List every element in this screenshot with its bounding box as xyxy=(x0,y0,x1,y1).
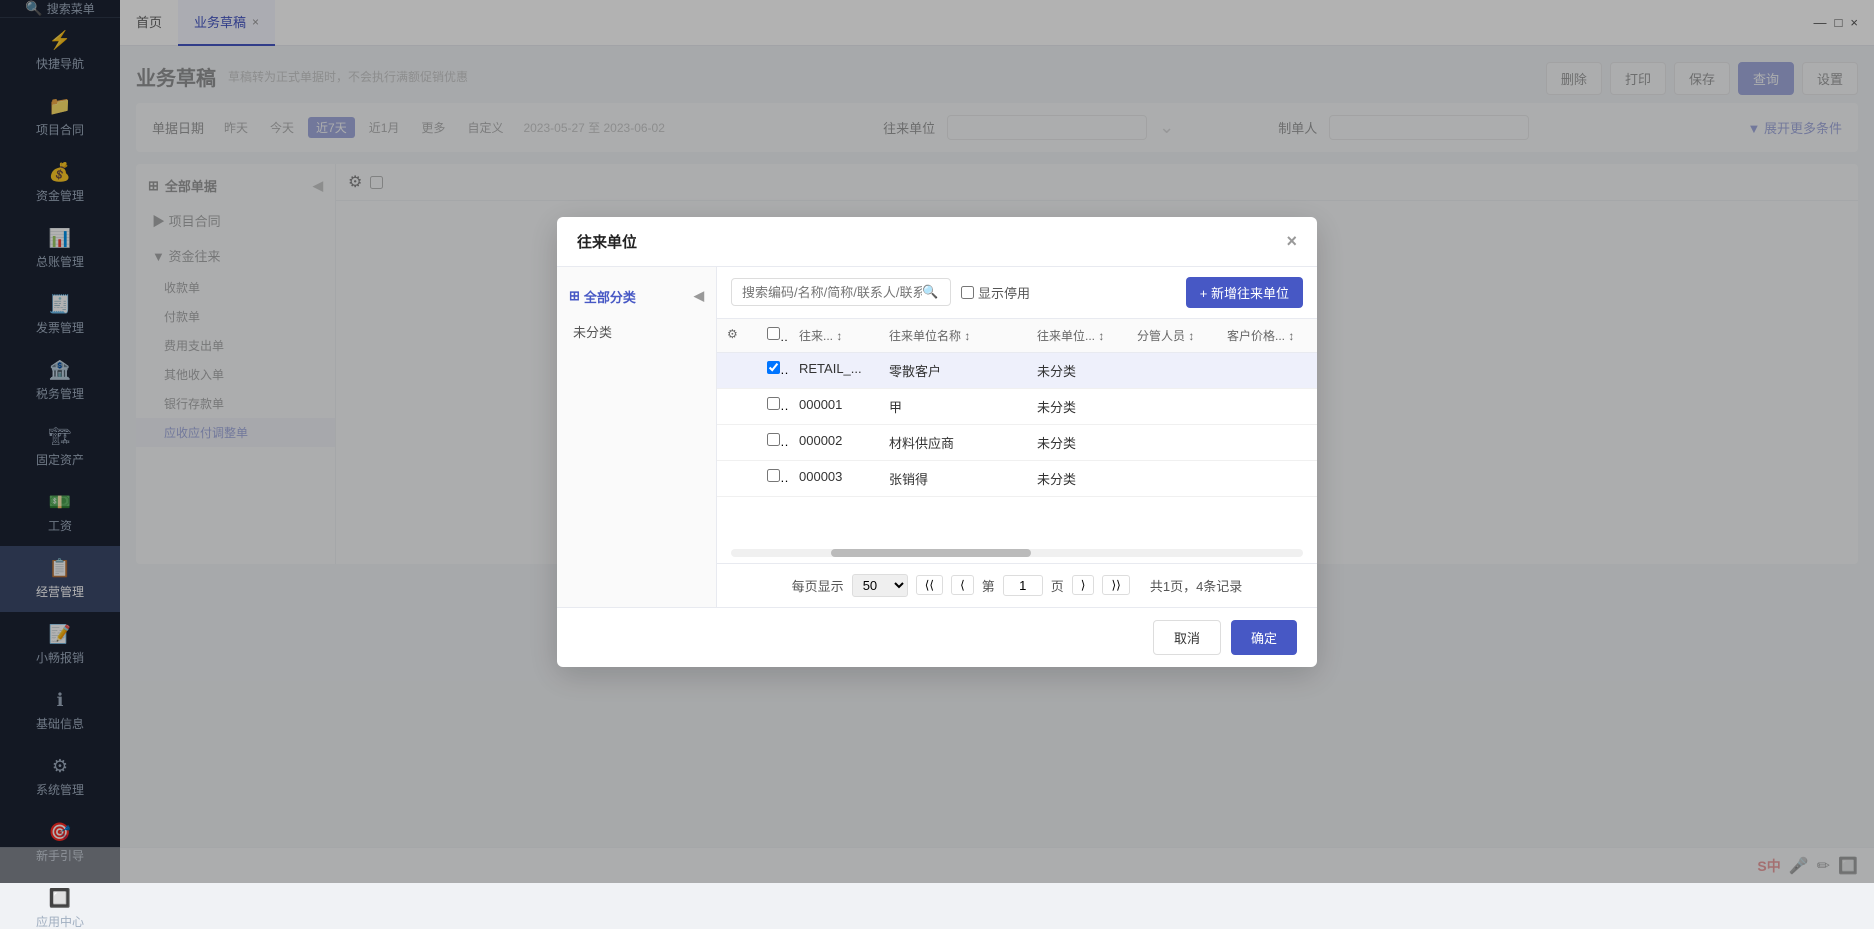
search-icon[interactable]: 🔍 xyxy=(922,284,938,300)
row-2-price xyxy=(1217,389,1317,424)
row-3-category: 未分类 xyxy=(1027,425,1127,460)
row-1-manager xyxy=(1127,353,1217,388)
dialog-sidebar-unclassified[interactable]: 未分类 xyxy=(557,314,716,349)
col-checkbox xyxy=(757,319,789,352)
row-3-name: 材料供应商 xyxy=(879,425,1027,460)
scrollbar-thumb[interactable] xyxy=(831,549,1031,557)
col-code[interactable]: 往来... ↕ xyxy=(789,319,879,352)
dialog-sidebar-title[interactable]: ⊞ 全部分类 ◀ xyxy=(557,279,716,314)
row-4-name: 张销得 xyxy=(879,461,1027,496)
per-page-select[interactable]: 50 100 xyxy=(852,574,908,597)
dialog-sidebar-title-label: 全部分类 xyxy=(584,287,636,306)
row-3-settings xyxy=(717,425,757,460)
confirm-button[interactable]: 确定 xyxy=(1231,620,1297,655)
row-4-checkbox[interactable] xyxy=(757,461,789,496)
row-1-name: 零散客户 xyxy=(879,353,1027,388)
col-price[interactable]: 客户价格... ↕ xyxy=(1217,319,1317,352)
show-disabled-text: 显示停用 xyxy=(978,283,1030,302)
row-4-category: 未分类 xyxy=(1027,461,1127,496)
row-2-name: 甲 xyxy=(879,389,1027,424)
row-4-code: 000003 xyxy=(789,461,879,496)
table-row[interactable]: RETAIL_... 零散客户 未分类 xyxy=(717,353,1317,389)
cancel-button[interactable]: 取消 xyxy=(1153,620,1221,655)
add-partner-button[interactable]: + 新增往来单位 xyxy=(1186,277,1303,308)
row-3-check[interactable] xyxy=(767,433,780,446)
row-3-price xyxy=(1217,425,1317,460)
table-row[interactable]: 000001 甲 未分类 xyxy=(717,389,1317,425)
horizontal-scrollbar[interactable] xyxy=(731,549,1303,557)
col-manager[interactable]: 分管人员 ↕ xyxy=(1127,319,1217,352)
row-4-manager xyxy=(1127,461,1217,496)
row-2-check[interactable] xyxy=(767,397,780,410)
dialog-table: ⚙ 往来... ↕ 往来单位名称 ↕ 往来单位... ↕ 分管人员 ↕ 客户价格… xyxy=(717,319,1317,543)
page-input[interactable] xyxy=(1003,575,1043,596)
row-3-manager xyxy=(1127,425,1217,460)
row-2-category: 未分类 xyxy=(1027,389,1127,424)
row-2-code: 000001 xyxy=(789,389,879,424)
row-4-price xyxy=(1217,461,1317,496)
dialog-sidebar: ⊞ 全部分类 ◀ 未分类 xyxy=(557,267,717,607)
table-row[interactable]: 000002 材料供应商 未分类 xyxy=(717,425,1317,461)
row-1-check[interactable] xyxy=(767,361,780,374)
dialog-footer: 取消 确定 xyxy=(557,607,1317,667)
col-settings[interactable]: ⚙ xyxy=(717,319,757,352)
col-category[interactable]: 往来单位... ↕ xyxy=(1027,319,1127,352)
dialog-title: 往来单位 xyxy=(577,231,637,252)
row-2-checkbox[interactable] xyxy=(757,389,789,424)
total-label: 共1页，4条记录 xyxy=(1150,576,1242,595)
row-1-category: 未分类 xyxy=(1027,353,1127,388)
dialog-close-icon[interactable]: × xyxy=(1286,231,1297,252)
page-suffix: 页 xyxy=(1051,576,1064,595)
table-row[interactable]: 000003 张销得 未分类 xyxy=(717,461,1317,497)
row-4-settings xyxy=(717,461,757,496)
modal-overlay: 往来单位 × ⊞ 全部分类 ◀ 未分类 xyxy=(0,0,1874,883)
search-box: 🔍 xyxy=(731,278,951,306)
row-1-settings xyxy=(717,353,757,388)
page-next-button[interactable]: ⟩ xyxy=(1072,575,1095,595)
row-3-code: 000002 xyxy=(789,425,879,460)
row-2-manager xyxy=(1127,389,1217,424)
row-1-price xyxy=(1217,353,1317,388)
row-4-check[interactable] xyxy=(767,469,780,482)
page-prev-button[interactable]: ⟨ xyxy=(951,575,974,595)
search-input[interactable] xyxy=(742,285,922,300)
row-1-checkbox[interactable] xyxy=(757,353,789,388)
page-label: 第 xyxy=(982,576,995,595)
sidebar-category-icon: ⊞ xyxy=(569,288,580,304)
sidebar-collapse-icon[interactable]: ◀ xyxy=(694,288,704,304)
show-disabled-label: 显示停用 xyxy=(961,283,1030,302)
page-last-button[interactable]: ⟩⟩ xyxy=(1102,575,1129,595)
show-disabled-checkbox[interactable] xyxy=(961,286,974,299)
dialog-table-header: ⚙ 往来... ↕ 往来单位名称 ↕ 往来单位... ↕ 分管人员 ↕ 客户价格… xyxy=(717,319,1317,353)
page-first-button[interactable]: ⟨⟨ xyxy=(916,575,943,595)
dialog-toolbar: 🔍 显示停用 + 新增往来单位 xyxy=(717,267,1317,319)
col-name[interactable]: 往来单位名称 ↕ xyxy=(879,319,1027,352)
table-select-all[interactable] xyxy=(767,327,780,340)
dialog-main: 🔍 显示停用 + 新增往来单位 ⚙ xyxy=(717,267,1317,607)
dialog-body: ⊞ 全部分类 ◀ 未分类 🔍 显示停用 xyxy=(557,267,1317,607)
row-3-checkbox[interactable] xyxy=(757,425,789,460)
dialog-pagination: 每页显示 50 100 ⟨⟨ ⟨ 第 页 ⟩ ⟩⟩ 共1页，4条记录 xyxy=(717,563,1317,607)
unclassified-label: 未分类 xyxy=(573,325,612,340)
partner-dialog: 往来单位 × ⊞ 全部分类 ◀ 未分类 xyxy=(557,217,1317,667)
row-1-code: RETAIL_... xyxy=(789,353,879,388)
per-page-label: 每页显示 xyxy=(792,576,844,595)
row-2-settings xyxy=(717,389,757,424)
dialog-header: 往来单位 × xyxy=(557,217,1317,267)
